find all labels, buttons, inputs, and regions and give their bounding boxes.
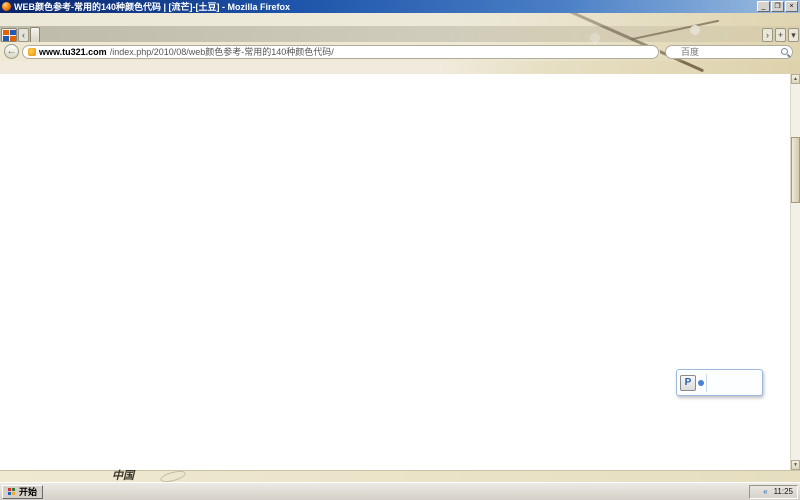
scrollbar-thumb[interactable]	[791, 137, 800, 203]
ime-toolbar[interactable]: P	[676, 369, 763, 396]
url-path: /index.php/2010/08/web颜色参考-常用的140种颜色代码/	[109, 47, 334, 57]
taskbar-clock: 11:25	[773, 487, 793, 496]
window-controls: _ ❐ ×	[757, 1, 798, 12]
search-icon[interactable]	[781, 48, 788, 55]
scroll-up-arrow[interactable]: ▲	[791, 74, 800, 84]
tab-partial[interactable]	[30, 27, 40, 42]
firefox-app-icon	[2, 2, 11, 11]
restore-button[interactable]: ❐	[771, 1, 784, 12]
app-menu-button[interactable]	[1, 27, 17, 42]
vertical-scrollbar[interactable]: ▲ ▼	[790, 74, 800, 470]
menu-bar	[0, 13, 800, 26]
window-titlebar: WEB颜色参考-常用的140种颜色代码 | [流芒]-[土豆] - Mozill…	[0, 0, 800, 13]
back-button[interactable]: ←	[4, 44, 19, 59]
navigation-toolbar: ← www.tu321.com /index.php/2010/08/web颜色…	[0, 42, 800, 61]
browser-chrome: ‹ › + ▾ ← www.tu321.com /index.php/2010/…	[0, 13, 800, 74]
page-content: ▲ ▼ P	[0, 74, 800, 470]
search-engine-icon[interactable]	[670, 48, 678, 56]
url-domain: www.tu321.com	[39, 46, 107, 57]
windows-flag-icon	[8, 487, 16, 496]
scroll-tabs-left-button[interactable]: ‹	[18, 27, 29, 42]
tray-collapse-arrow[interactable]: «	[763, 487, 767, 496]
scroll-down-arrow[interactable]: ▼	[791, 460, 800, 470]
address-bar[interactable]: www.tu321.com /index.php/2010/08/web颜色参考…	[22, 44, 659, 59]
desktop: WEB颜色参考-常用的140种颜色代码 | [流芒]-[土豆] - Mozill…	[0, 0, 800, 500]
search-engine-label: 百度	[681, 47, 700, 57]
ime-state-icon[interactable]	[698, 379, 704, 386]
start-button[interactable]: 开始	[2, 484, 44, 499]
tab-bar: ‹ › + ▾	[0, 26, 800, 42]
scroll-tabs-right-button[interactable]: ›	[762, 27, 773, 42]
windows-taskbar: 开始 « 11:25	[0, 482, 800, 500]
status-calligraphy-text: 中国	[112, 470, 134, 482]
window-title: WEB颜色参考-常用的140种颜色代码 | [流芒]-[土豆] - Mozill…	[14, 2, 291, 12]
minimize-button[interactable]: _	[757, 1, 770, 12]
site-favicon	[28, 47, 36, 56]
ime-logo-icon[interactable]: P	[680, 374, 696, 391]
status-bar: 中国	[0, 468, 800, 485]
close-button[interactable]: ×	[785, 1, 798, 12]
new-tab-button[interactable]: +	[775, 27, 786, 42]
system-tray: « 11:25	[749, 484, 798, 499]
list-all-tabs-button[interactable]: ▾	[788, 27, 799, 42]
status-decoration	[159, 468, 187, 485]
tray-app-icon[interactable]	[754, 488, 761, 495]
search-input[interactable]: 百度	[665, 44, 793, 59]
